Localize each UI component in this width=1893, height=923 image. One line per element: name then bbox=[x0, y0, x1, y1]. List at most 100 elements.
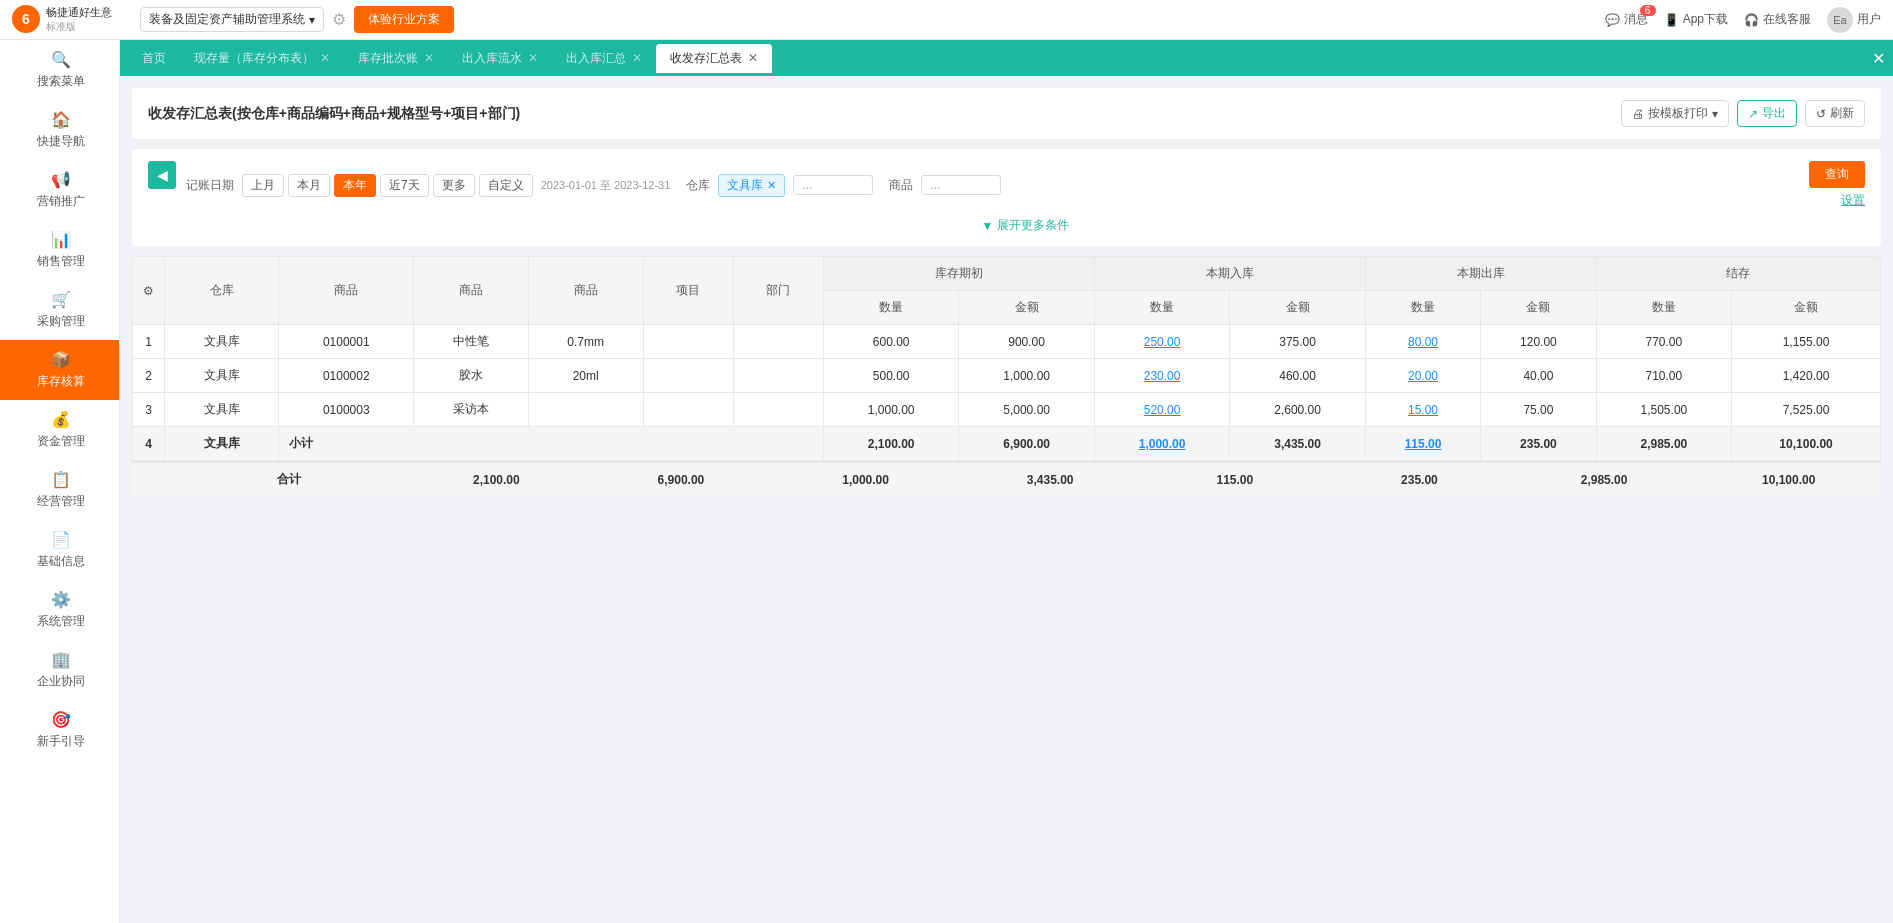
row-dept bbox=[733, 359, 823, 393]
filter-row-1: 记账日期 上月 本月 本年 近7天 更多 自定义 2023-01-01 至 20… bbox=[186, 161, 1865, 209]
sidebar-item-label: 采购管理 bbox=[37, 313, 85, 330]
row-opening-qty: 600.00 bbox=[823, 325, 958, 359]
settings-link[interactable]: 设置 bbox=[1841, 192, 1865, 209]
print-button[interactable]: 🖨 按模板打印 ▾ bbox=[1621, 100, 1729, 127]
sidebar-item-purchase[interactable]: 🛒 采购管理 bbox=[0, 280, 119, 340]
page-title: 收发存汇总表(按仓库+商品编码+商品+规格型号+项目+部门) bbox=[148, 105, 520, 123]
sidebar-item-label: 企业协同 bbox=[37, 673, 85, 690]
date-btn-custom[interactable]: 自定义 bbox=[479, 174, 533, 197]
sidebar-item-inventory[interactable]: 📦 库存核算 bbox=[0, 340, 119, 400]
search-icon: 🔍 bbox=[51, 50, 71, 69]
tab-receive-send-label: 收发存汇总表 bbox=[670, 50, 742, 67]
tab-inventory-dist-label: 现存量（库存分布表） bbox=[194, 50, 314, 67]
in-group-header: 本期入库 bbox=[1094, 257, 1365, 291]
refresh-button[interactable]: ↺ 刷新 bbox=[1805, 100, 1865, 127]
row-balance-qty: 710.00 bbox=[1596, 359, 1731, 393]
tab-bar: 首页 现存量（库存分布表） ✕ 库存批次账 ✕ 出入库流水 ✕ 出入库汇总 ✕ … bbox=[120, 40, 1893, 76]
export-button[interactable]: ↗ 导出 bbox=[1737, 100, 1797, 127]
tab-receive-send[interactable]: 收发存汇总表 ✕ bbox=[656, 44, 772, 73]
query-button[interactable]: 查询 bbox=[1809, 161, 1865, 188]
tab-in-out-flow-close[interactable]: ✕ bbox=[528, 51, 538, 65]
guide-icon: 🎯 bbox=[51, 710, 71, 729]
warehouse-header: 仓库 bbox=[165, 257, 279, 325]
total-out-amt: 235.00 bbox=[1327, 473, 1512, 487]
system-title-dropdown[interactable]: 装备及固定资产辅助管理系统 ▾ bbox=[140, 7, 324, 32]
balance-amt-header: 金额 bbox=[1732, 291, 1881, 325]
tab-receive-send-close[interactable]: ✕ bbox=[748, 51, 758, 65]
sidebar-item-basic-info[interactable]: 📄 基础信息 bbox=[0, 520, 119, 580]
tab-home[interactable]: 首页 bbox=[128, 44, 180, 73]
goods-header: 商品 bbox=[414, 257, 528, 325]
tab-in-out-summary-close[interactable]: ✕ bbox=[632, 51, 642, 65]
expand-conditions-button[interactable]: ▼ 展开更多条件 bbox=[982, 217, 1070, 234]
sidebar-item-search[interactable]: 🔍 搜索菜单 bbox=[0, 40, 119, 100]
sidebar: 🔍 搜索菜单 🏠 快捷导航 📢 营销推广 📊 销售管理 🛒 采购管理 📦 库存核… bbox=[0, 40, 120, 923]
table-wrapper: ⚙ 仓库 商品 商品 商品 项目 部门 库存期初 本期入库 本期出库 结存 bbox=[132, 256, 1881, 461]
total-label: 合计 bbox=[164, 471, 404, 488]
row-in-amt: 2,600.00 bbox=[1230, 393, 1365, 427]
sidebar-item-finance[interactable]: 💰 资金管理 bbox=[0, 400, 119, 460]
date-btn-this-month[interactable]: 本月 bbox=[288, 174, 330, 197]
row-out-qty[interactable]: 20.00 bbox=[1365, 359, 1480, 393]
inventory-icon: 📦 bbox=[51, 350, 71, 369]
row-out-qty[interactable]: 15.00 bbox=[1365, 393, 1480, 427]
row-balance-qty: 770.00 bbox=[1596, 325, 1731, 359]
tab-batch-ledger-close[interactable]: ✕ bbox=[424, 51, 434, 65]
sidebar-item-sales[interactable]: 📊 销售管理 bbox=[0, 220, 119, 280]
out-group-header: 本期出库 bbox=[1365, 257, 1596, 291]
row-in-qty[interactable]: 230.00 bbox=[1094, 359, 1229, 393]
row-balance-qty: 1,505.00 bbox=[1596, 393, 1731, 427]
total-row-bar: 合计 2,100.00 6,900.00 1,000.00 3,435.00 1… bbox=[132, 461, 1881, 496]
tab-home-label: 首页 bbox=[142, 50, 166, 67]
online-service-button[interactable]: 🎧 在线客服 bbox=[1744, 11, 1811, 28]
row-project bbox=[643, 359, 733, 393]
tab-in-out-flow[interactable]: 出入库流水 ✕ bbox=[448, 44, 552, 73]
sidebar-item-marketing[interactable]: 📢 营销推广 bbox=[0, 160, 119, 220]
row-warehouse: 文具库 bbox=[165, 325, 279, 359]
row-in-qty[interactable]: 520.00 bbox=[1094, 393, 1229, 427]
row-project bbox=[643, 393, 733, 427]
app-download-button[interactable]: 📱 App下载 bbox=[1664, 11, 1728, 28]
messages-button[interactable]: 💬 消息 6 bbox=[1605, 11, 1648, 28]
sidebar-item-quick-nav[interactable]: 🏠 快捷导航 bbox=[0, 100, 119, 160]
tab-in-out-summary[interactable]: 出入库汇总 ✕ bbox=[552, 44, 656, 73]
sidebar-item-label: 系统管理 bbox=[37, 613, 85, 630]
user-area[interactable]: Ea 用户 bbox=[1827, 7, 1881, 33]
sidebar-item-new-guide[interactable]: 🎯 新手引导 bbox=[0, 700, 119, 760]
row-in-qty[interactable]: 250.00 bbox=[1094, 325, 1229, 359]
date-btn-last-month[interactable]: 上月 bbox=[242, 174, 284, 197]
main-content: 首页 现存量（库存分布表） ✕ 库存批次账 ✕ 出入库流水 ✕ 出入库汇总 ✕ … bbox=[120, 40, 1893, 923]
home-icon: 🏠 bbox=[51, 110, 71, 129]
sidebar-item-system[interactable]: ⚙️ 系统管理 bbox=[0, 580, 119, 640]
avatar: Ea bbox=[1827, 7, 1853, 33]
sidebar-item-operations[interactable]: 📋 经营管理 bbox=[0, 460, 119, 520]
tab-bar-close-icon[interactable]: ✕ bbox=[1872, 49, 1885, 68]
date-btn-7days[interactable]: 近7天 bbox=[380, 174, 429, 197]
row-goods: 中性笔 bbox=[414, 325, 528, 359]
marketing-icon: 📢 bbox=[51, 170, 71, 189]
tab-inventory-dist-close[interactable]: ✕ bbox=[320, 51, 330, 65]
row-no: 1 bbox=[133, 325, 165, 359]
row-out-qty[interactable]: 80.00 bbox=[1365, 325, 1480, 359]
trial-button[interactable]: 体验行业方案 bbox=[354, 6, 454, 33]
filter-toggle-button[interactable]: ◀ bbox=[148, 161, 176, 189]
sidebar-item-enterprise[interactable]: 🏢 企业协同 bbox=[0, 640, 119, 700]
subtotal-in-qty[interactable]: 1,000.00 bbox=[1094, 427, 1229, 461]
sidebar-item-label: 经营管理 bbox=[37, 493, 85, 510]
tab-inventory-dist[interactable]: 现存量（库存分布表） ✕ bbox=[180, 44, 344, 73]
sidebar-item-label: 搜索菜单 bbox=[37, 73, 85, 90]
date-btn-more[interactable]: 更多 bbox=[433, 174, 475, 197]
goods-input[interactable]: ... bbox=[921, 175, 1001, 195]
settings-icon[interactable]: ⚙ bbox=[332, 10, 346, 29]
warehouse-tag-close-icon[interactable]: ✕ bbox=[767, 179, 776, 192]
app-sub: 标准版 bbox=[46, 20, 112, 34]
table-settings-header[interactable]: ⚙ bbox=[133, 257, 165, 325]
message-icon: 💬 bbox=[1605, 13, 1620, 27]
date-btn-this-year[interactable]: 本年 bbox=[334, 174, 376, 197]
warehouse-more-input[interactable]: ... bbox=[793, 175, 873, 195]
subtotal-out-qty[interactable]: 115.00 bbox=[1365, 427, 1480, 461]
tab-batch-ledger[interactable]: 库存批次账 ✕ bbox=[344, 44, 448, 73]
right-query-area: 查询 设置 bbox=[1809, 161, 1865, 209]
subtotal-warehouse: 文具库 bbox=[165, 427, 279, 461]
row-code: 0100001 bbox=[279, 325, 414, 359]
